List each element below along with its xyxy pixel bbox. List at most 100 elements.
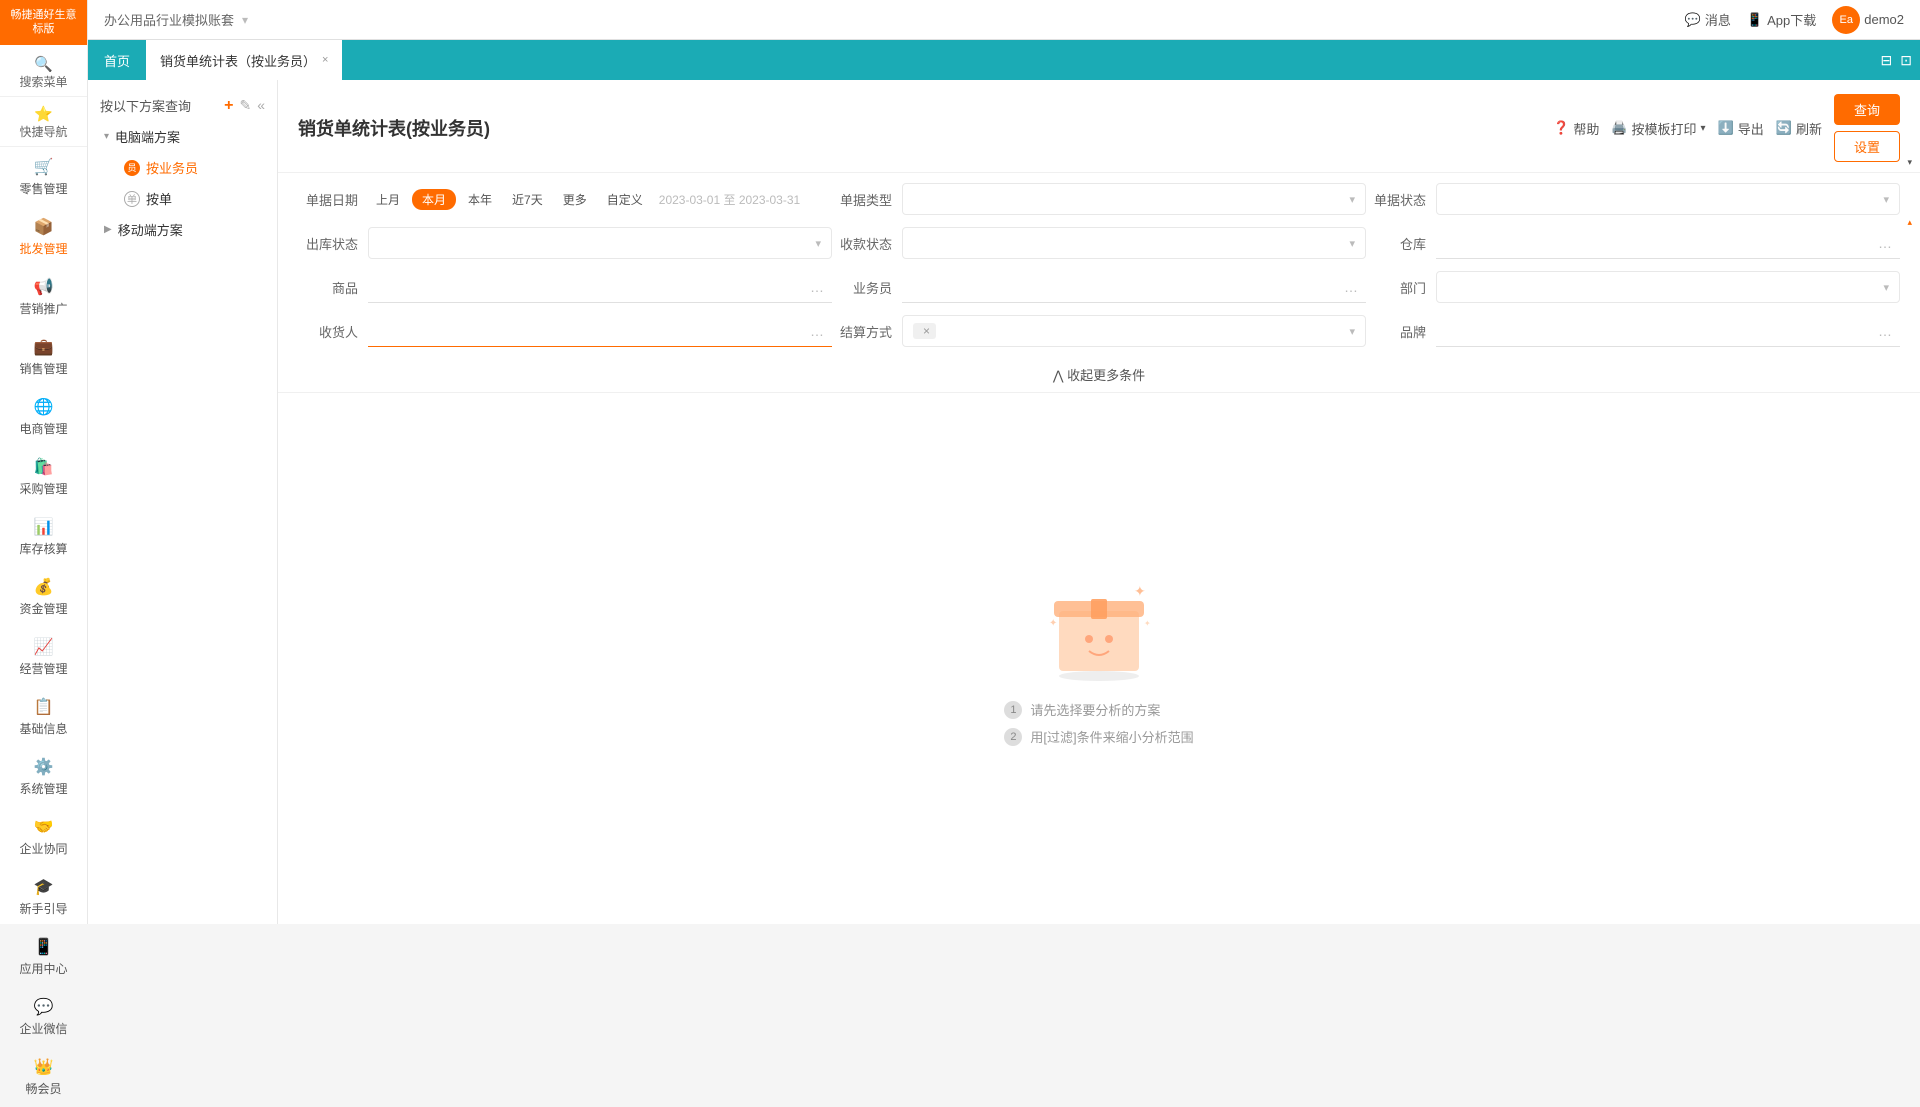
refresh-icon: 🔄 bbox=[1776, 120, 1792, 136]
sidebar-item-operations[interactable]: 📈 经营管理 bbox=[0, 627, 87, 687]
filter-row-4: 收货人 … 结算方式 × bbox=[278, 309, 1920, 357]
out-status-select[interactable]: ▾ bbox=[368, 227, 832, 259]
tree-item-by-order[interactable]: 单 按单 bbox=[88, 183, 277, 214]
sidebar-item-basic-info[interactable]: 📋 基础信息 bbox=[0, 687, 87, 747]
settlement-tag-remove[interactable]: × bbox=[923, 324, 930, 338]
payment-label: 收款状态 bbox=[832, 234, 902, 253]
salesperson-input[interactable]: … bbox=[902, 271, 1366, 303]
department-select[interactable]: ▾ bbox=[1436, 271, 1900, 303]
goods-input[interactable]: … bbox=[368, 271, 832, 303]
setting-button[interactable]: 设置 bbox=[1834, 131, 1900, 162]
collapse-filter-bar[interactable]: ⋀ 收起更多条件 bbox=[278, 357, 1920, 393]
filter-brand-cell: 品牌 … bbox=[1366, 315, 1900, 347]
settlement-select[interactable]: × ▾ bbox=[902, 315, 1366, 347]
type-select[interactable]: ▾ bbox=[902, 183, 1366, 215]
status-select[interactable]: ▾ bbox=[1436, 183, 1900, 215]
sidebar-item-app-center[interactable]: 📱 应用中心 bbox=[0, 927, 87, 987]
warehouse-label: 仓库 bbox=[1366, 234, 1436, 253]
svg-text:✦: ✦ bbox=[1134, 583, 1146, 599]
topbar-dropdown-arrow[interactable]: ▾ bbox=[242, 13, 248, 27]
date-tab-custom[interactable]: 自定义 bbox=[599, 189, 651, 210]
tab-maximize-button[interactable]: ⊡ bbox=[1900, 52, 1912, 69]
brand-dots[interactable]: … bbox=[1878, 323, 1892, 339]
date-tab-last-month[interactable]: 上月 bbox=[368, 189, 408, 210]
export-button[interactable]: ⬇️ 导出 bbox=[1718, 119, 1764, 138]
sidebar-item-wholesale[interactable]: 📦 批发管理 ▴ bbox=[0, 207, 87, 267]
tab-minimize-button[interactable]: ⊟ bbox=[1881, 52, 1893, 69]
page-header-actions: ❓ 帮助 🖨️ 按模板打印 ▾ ⬇️ 导出 🔄 刷新 bbox=[1553, 94, 1900, 162]
left-panel-icons: + ✎ « bbox=[224, 97, 265, 115]
salesperson-dots[interactable]: … bbox=[1344, 279, 1358, 295]
warehouse-input[interactable]: … bbox=[1436, 227, 1900, 259]
brand-label: 品牌 bbox=[1366, 322, 1436, 341]
tab-home[interactable]: 首页 bbox=[88, 40, 146, 80]
edit-scheme-icon[interactable]: ✎ bbox=[239, 97, 251, 115]
sidebar-item-inventory[interactable]: 📊 库存核算 bbox=[0, 507, 87, 567]
sidebar-item-wechat[interactable]: 💬 企业微信 bbox=[0, 987, 87, 1047]
refresh-button[interactable]: 🔄 刷新 bbox=[1776, 119, 1822, 138]
svg-text:✦: ✦ bbox=[1049, 618, 1057, 629]
topbar: 办公用品行业模拟账套 ▾ 💬 消息 📱 App下载 Ea demo2 bbox=[88, 0, 1920, 40]
date-tab-this-year[interactable]: 本年 bbox=[460, 189, 500, 210]
sidebar-search-menu[interactable]: 🔍 搜索菜单 bbox=[0, 45, 87, 97]
sidebar-item-marketing[interactable]: 📢 营销推广 bbox=[0, 267, 87, 327]
sidebar-item-sales[interactable]: 💼 销售管理 bbox=[0, 327, 87, 387]
message-icon: 💬 bbox=[1685, 12, 1701, 28]
topbar-app-download[interactable]: 📱 App下载 bbox=[1747, 10, 1816, 29]
print-button[interactable]: 🖨️ 按模板打印 ▾ bbox=[1611, 119, 1705, 138]
tab-active[interactable]: 销货单统计表（按业务员） × bbox=[146, 40, 342, 80]
topbar-user[interactable]: Ea demo2 bbox=[1832, 6, 1904, 34]
goods-dots[interactable]: … bbox=[810, 279, 824, 295]
filter-row-3: 商品 … 业务员 … 部门 bbox=[278, 265, 1920, 309]
payment-select-arrow: ▾ bbox=[1349, 237, 1355, 250]
sidebar-item-member[interactable]: 👑 畅会员 bbox=[0, 1047, 87, 1107]
add-scheme-icon[interactable]: + bbox=[224, 97, 233, 115]
avatar: Ea bbox=[1832, 6, 1860, 34]
filter-status-cell: 单据状态 ▾ bbox=[1366, 183, 1900, 215]
help-button[interactable]: ❓ 帮助 bbox=[1553, 119, 1599, 138]
settlement-select-arrow: ▾ bbox=[1349, 325, 1355, 338]
tree-item-by-salesperson[interactable]: 员 按业务员 bbox=[88, 152, 277, 183]
filter-salesperson-cell: 业务员 … bbox=[832, 271, 1366, 303]
status-select-arrow: ▾ bbox=[1883, 193, 1889, 206]
sidebar-item-finance[interactable]: 💰 资金管理 bbox=[0, 567, 87, 627]
date-tab-last-7-days[interactable]: 近7天 bbox=[504, 189, 551, 210]
filter-outstatus-cell: 出库状态 ▾ bbox=[298, 227, 832, 259]
sidebar-item-purchase[interactable]: 🛍️ 采购管理 bbox=[0, 447, 87, 507]
date-filter-controls: 上月 本月 本年 近7天 更多 自定义 2023-03-01 至 2023-03… bbox=[368, 189, 832, 210]
tree-item-mobile[interactable]: ▶ 移动端方案 bbox=[88, 214, 277, 245]
collapse-arrow-icon: ⋀ bbox=[1053, 368, 1067, 383]
filter-department-cell: 部门 ▾ bbox=[1366, 271, 1900, 303]
topbar-left: 办公用品行业模拟账套 ▾ bbox=[104, 10, 248, 29]
settlement-label: 结算方式 bbox=[832, 322, 902, 341]
hint-number-2: 2 bbox=[1004, 728, 1022, 746]
tree-item-desktop[interactable]: ▾ 电脑端方案 bbox=[88, 121, 277, 152]
tab-close-button[interactable]: × bbox=[322, 54, 328, 66]
payment-select[interactable]: ▾ bbox=[902, 227, 1366, 259]
filter-row-2: 出库状态 ▾ 收款状态 ▾ 仓库 bbox=[278, 221, 1920, 265]
tree-expand-arrow: ▾ bbox=[104, 131, 109, 142]
sidebar-item-onboarding[interactable]: 🎓 新手引导 bbox=[0, 867, 87, 927]
filter-date-cell: 单据日期 上月 本月 本年 近7天 更多 自定义 2023-03-01 至 20… bbox=[298, 189, 832, 210]
filter-goods-cell: 商品 … bbox=[298, 271, 832, 303]
empty-state: ✦ ✦ ✦ 1 请先选择要分析的方案 2 bbox=[278, 393, 1920, 924]
query-button[interactable]: 查询 bbox=[1834, 94, 1900, 125]
date-tab-this-month[interactable]: 本月 bbox=[412, 189, 456, 210]
brand-input[interactable]: … bbox=[1436, 315, 1900, 347]
topbar-message[interactable]: 💬 消息 bbox=[1685, 10, 1731, 29]
filter-warehouse-cell: 仓库 … bbox=[1366, 227, 1900, 259]
sidebar-logo[interactable]: 畅捷通好生意 标版 bbox=[0, 0, 87, 45]
tabbar-actions: ⊟ ⊡ bbox=[1881, 52, 1920, 69]
date-tab-more[interactable]: 更多 bbox=[555, 189, 595, 210]
sidebar-quick-nav[interactable]: ⭐ 快捷导航 bbox=[0, 97, 87, 147]
sidebar-item-retail[interactable]: 🛒 零售管理 ▾ bbox=[0, 147, 87, 207]
sidebar-item-ecommerce[interactable]: 🌐 电商管理 bbox=[0, 387, 87, 447]
sidebar-item-system[interactable]: ⚙️ 系统管理 bbox=[0, 747, 87, 807]
recipient-dots[interactable]: … bbox=[810, 323, 824, 339]
empty-hints: 1 请先选择要分析的方案 2 用[过滤]条件来缩小分析范围 bbox=[1004, 700, 1193, 746]
warehouse-dots[interactable]: … bbox=[1878, 235, 1892, 251]
collapse-panel-icon[interactable]: « bbox=[257, 97, 265, 115]
sidebar-item-corp-collab[interactable]: 🤝 企业协同 bbox=[0, 807, 87, 867]
recipient-input[interactable]: … bbox=[368, 315, 832, 347]
hint-number-1: 1 bbox=[1004, 701, 1022, 719]
